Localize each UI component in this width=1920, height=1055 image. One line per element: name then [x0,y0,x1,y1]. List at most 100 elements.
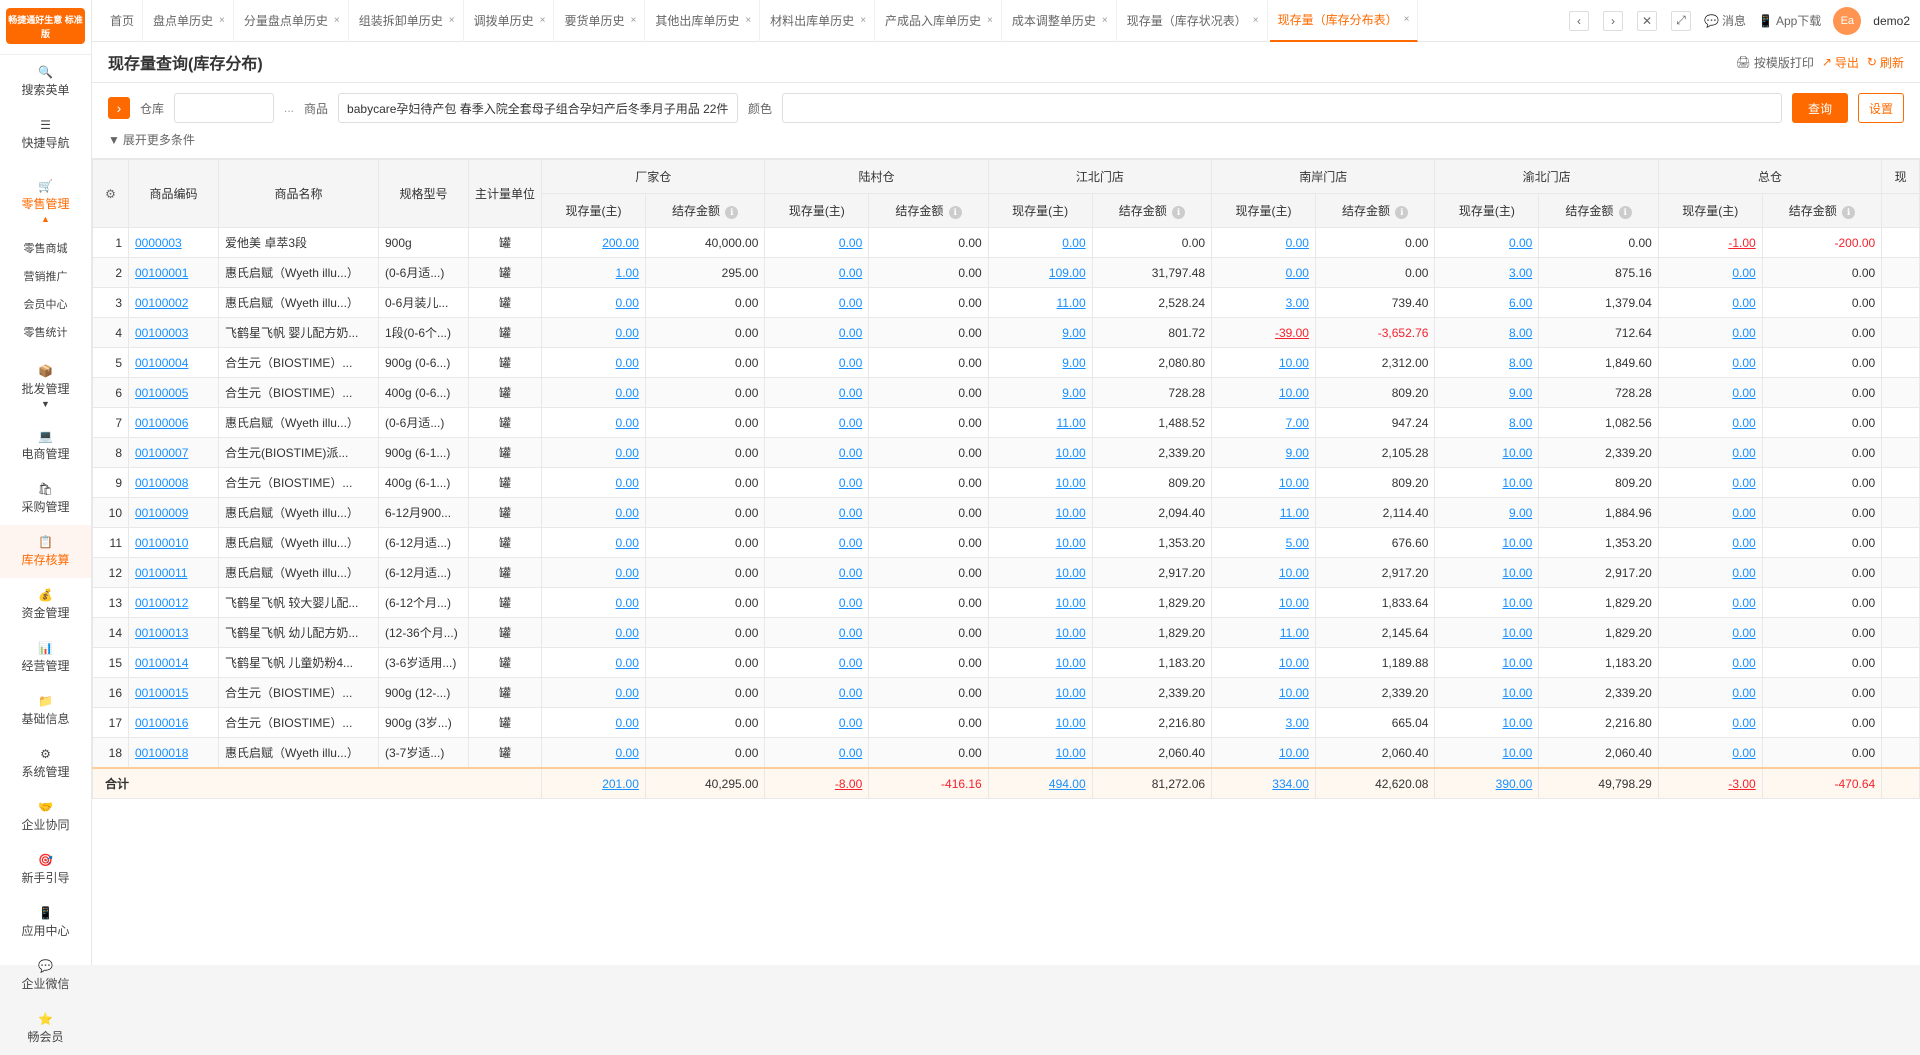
row-code[interactable]: 00100003 [129,318,219,348]
close-icon[interactable]: × [1253,15,1259,26]
row-yb-qty[interactable]: 10.00 [1435,738,1539,769]
row-jb-qty[interactable]: 9.00 [988,378,1092,408]
row-z-qty[interactable]: -1.00 [1658,228,1762,258]
row-code[interactable]: 00100001 [129,258,219,288]
row-l-qty[interactable]: 0.00 [765,228,869,258]
row-na-qty[interactable]: 0.00 [1212,228,1316,258]
sidebar-item-quicknav[interactable]: ☰ 快捷导航 [0,108,91,161]
row-na-qty[interactable]: 10.00 [1212,558,1316,588]
row-f-qty[interactable]: 0.00 [542,498,646,528]
sidebar-item-marketing[interactable]: 营销推广 [0,262,91,290]
msg-btn[interactable]: 💬 消息 [1704,12,1746,29]
info-icon[interactable]: ℹ [725,206,738,219]
row-z-qty[interactable]: 0.00 [1658,378,1762,408]
tab-costadj[interactable]: 成本调整单历史 × [1004,0,1117,42]
sidebar-item-basic[interactable]: 📁 基础信息 [0,684,91,737]
row-f-qty[interactable]: 0.00 [542,738,646,769]
row-jb-qty[interactable]: 9.00 [988,348,1092,378]
sidebar-item-retailstat[interactable]: 零售统计 [0,318,91,346]
close-icon[interactable]: × [630,15,636,26]
info-icon[interactable]: ℹ [1172,206,1185,219]
total-z-qty[interactable]: -3.00 [1658,768,1762,799]
tab-stockstatus[interactable]: 现存量（库存状况表） × [1119,0,1268,42]
row-yb-qty[interactable]: 10.00 [1435,558,1539,588]
row-l-qty[interactable]: 0.00 [765,258,869,288]
filter-toggle-btn[interactable]: › [108,97,130,119]
row-z-qty[interactable]: 0.00 [1658,528,1762,558]
row-l-qty[interactable]: 0.00 [765,318,869,348]
app-download-btn[interactable]: 📱 App下载 [1758,12,1821,29]
info-icon[interactable]: ℹ [1395,206,1408,219]
info-icon[interactable]: ℹ [1619,206,1632,219]
close-icon[interactable]: × [1404,14,1410,25]
row-yb-qty[interactable]: 8.00 [1435,408,1539,438]
row-z-qty[interactable]: 0.00 [1658,588,1762,618]
warehouse-more-btn[interactable]: ... [284,101,294,115]
row-l-qty[interactable]: 0.00 [765,708,869,738]
tab-close-btn[interactable]: ✕ [1637,11,1657,31]
row-f-qty[interactable]: 200.00 [542,228,646,258]
row-yb-qty[interactable]: 10.00 [1435,678,1539,708]
gear-icon[interactable]: ⚙ [105,187,116,201]
row-jb-qty[interactable]: 9.00 [988,318,1092,348]
refresh-button[interactable]: ↻ 刷新 [1867,54,1904,71]
sidebar-item-mgmt[interactable]: 📊 经营管理 [0,631,91,684]
row-code[interactable]: 00100012 [129,588,219,618]
row-l-qty[interactable]: 0.00 [765,648,869,678]
row-na-qty[interactable]: 11.00 [1212,618,1316,648]
row-jb-qty[interactable]: 109.00 [988,258,1092,288]
row-l-qty[interactable]: 0.00 [765,408,869,438]
sidebar-item-wholesale[interactable]: 📦 批发管理 ▼ [0,354,91,419]
row-yb-qty[interactable]: 0.00 [1435,228,1539,258]
tab-stockdist[interactable]: 现存量（库存分布表） × [1270,0,1419,42]
sidebar-item-member[interactable]: 会员中心 [0,290,91,318]
tab-otherout[interactable]: 其他出库单历史 × [647,0,760,42]
row-z-qty[interactable]: 0.00 [1658,408,1762,438]
row-code[interactable]: 00100008 [129,468,219,498]
close-icon[interactable]: × [745,15,751,26]
close-icon[interactable]: × [987,15,993,26]
row-code[interactable]: 00100015 [129,678,219,708]
sidebar-item-guide[interactable]: 🎯 新手引导 [0,843,91,896]
sidebar-item-ecom[interactable]: 💻 电商管理 [0,419,91,472]
row-code[interactable]: 00100004 [129,348,219,378]
row-f-qty[interactable]: 0.00 [542,588,646,618]
row-z-qty[interactable]: 0.00 [1658,708,1762,738]
tab-productin[interactable]: 产成品入库单历史 × [877,0,1002,42]
row-f-qty[interactable]: 1.00 [542,258,646,288]
row-code[interactable]: 00100006 [129,408,219,438]
row-f-qty[interactable]: 0.00 [542,468,646,498]
row-na-qty[interactable]: 10.00 [1212,678,1316,708]
row-code[interactable]: 00100013 [129,618,219,648]
tab-stockcheck[interactable]: 盘点单历史 × [145,0,234,42]
row-f-qty[interactable]: 0.00 [542,528,646,558]
row-yb-qty[interactable]: 6.00 [1435,288,1539,318]
row-yb-qty[interactable]: 10.00 [1435,468,1539,498]
row-code[interactable]: 00100002 [129,288,219,318]
row-na-qty[interactable]: 10.00 [1212,648,1316,678]
row-yb-qty[interactable]: 8.00 [1435,348,1539,378]
row-code[interactable]: 0000003 [129,228,219,258]
row-l-qty[interactable]: 0.00 [765,498,869,528]
row-z-qty[interactable]: 0.00 [1658,558,1762,588]
row-code[interactable]: 00100005 [129,378,219,408]
row-f-qty[interactable]: 0.00 [542,708,646,738]
row-l-qty[interactable]: 0.00 [765,288,869,318]
row-code[interactable]: 00100011 [129,558,219,588]
sidebar-item-collab[interactable]: 🤝 企业协同 [0,790,91,843]
row-l-qty[interactable]: 0.00 [765,738,869,769]
row-f-qty[interactable]: 0.00 [542,288,646,318]
close-icon[interactable]: × [1102,15,1108,26]
row-code[interactable]: 00100014 [129,648,219,678]
row-l-qty[interactable]: 0.00 [765,378,869,408]
expand-conditions-btn[interactable]: ▼ 展开更多条件 [108,131,1904,148]
print-button[interactable]: 🖨 按模版打印 [1736,54,1814,71]
sidebar-item-appcenter[interactable]: 📱 应用中心 [0,896,91,949]
row-na-qty[interactable]: 7.00 [1212,408,1316,438]
row-yb-qty[interactable]: 9.00 [1435,498,1539,528]
row-jb-qty[interactable]: 10.00 [988,678,1092,708]
row-na-qty[interactable]: 10.00 [1212,468,1316,498]
row-z-qty[interactable]: 0.00 [1658,438,1762,468]
tab-assemble[interactable]: 组装拆卸单历史 × [351,0,464,42]
row-code[interactable]: 00100018 [129,738,219,769]
